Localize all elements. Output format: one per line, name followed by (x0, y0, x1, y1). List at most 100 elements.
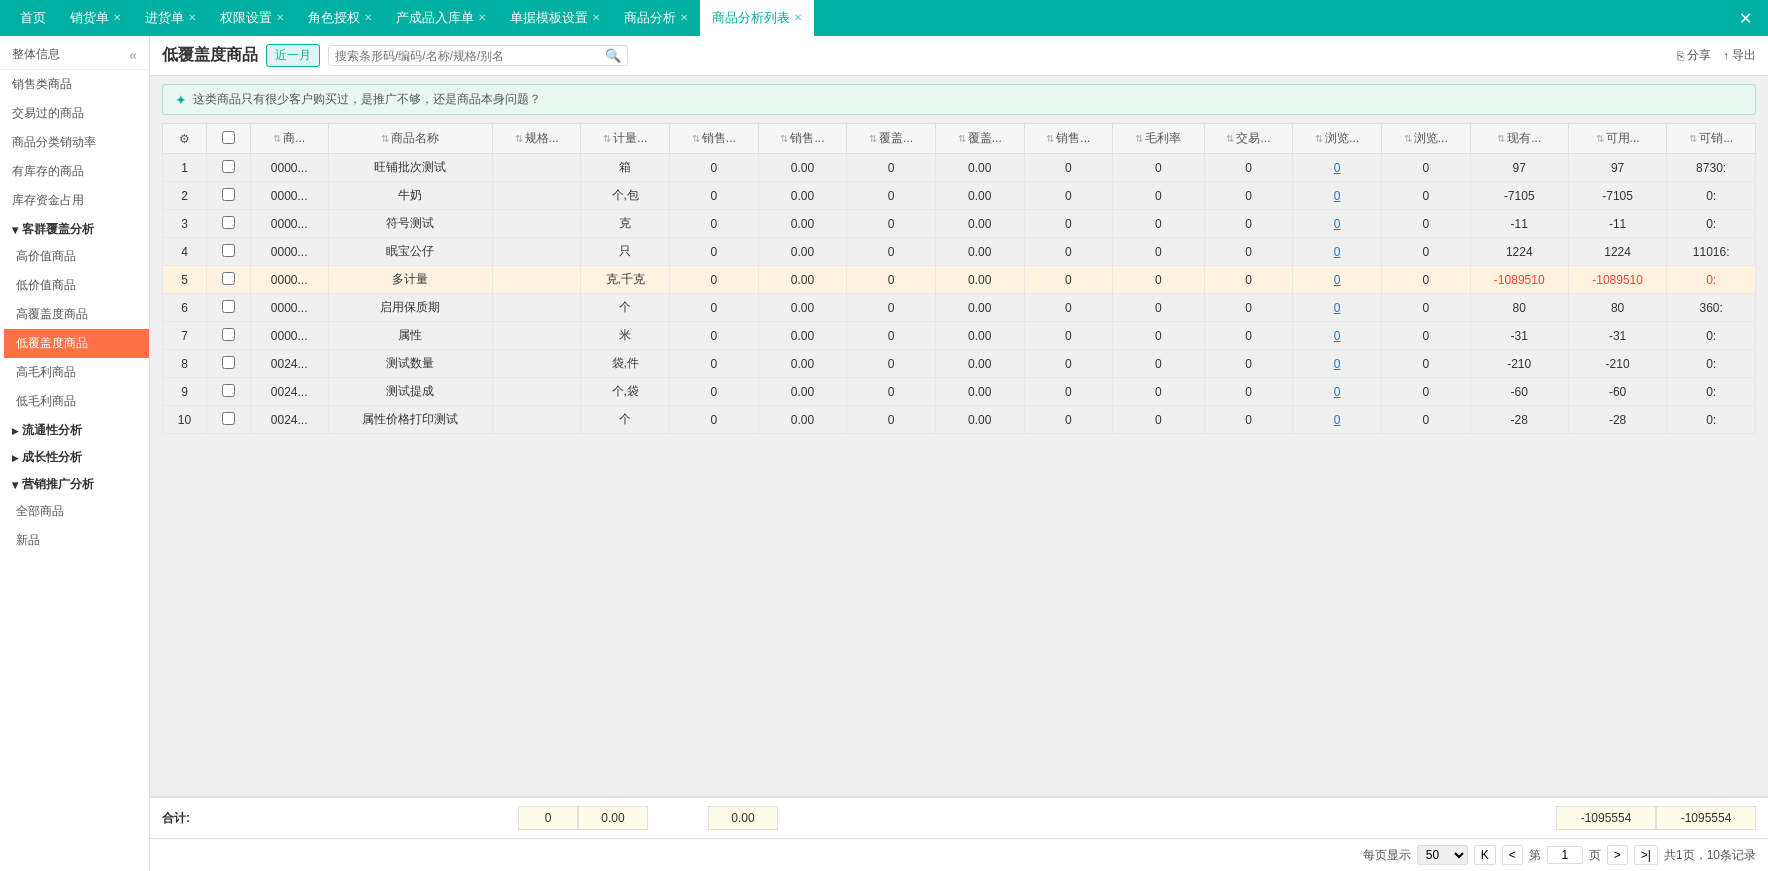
close-role-tab[interactable]: ✕ (364, 0, 372, 36)
table-container[interactable]: ⚙ ⇅商... ⇅商品名称 ⇅规格... ⇅计量... ⇅销售... ⇅销售..… (150, 123, 1768, 796)
close-permission-tab[interactable]: ✕ (276, 0, 284, 36)
row-cov1: 0 (847, 238, 936, 266)
export-button[interactable]: ↑ 导出 (1723, 47, 1756, 64)
sidebar-group-marketing[interactable]: ▾ 营销推广分析 (0, 470, 149, 497)
close-analysis-list-tab[interactable]: ✕ (794, 0, 802, 36)
search-input[interactable] (335, 49, 605, 63)
row-select-checkbox[interactable] (222, 216, 235, 229)
sidebar-item-sales-trend[interactable]: 商品分类销动率 (0, 128, 149, 157)
col-sales-qty[interactable]: ⇅销售... (670, 124, 759, 154)
row-browse1[interactable]: 0 (1293, 322, 1382, 350)
row-checkbox[interactable] (207, 182, 251, 210)
close-sales-tab[interactable]: ✕ (113, 0, 121, 36)
col-settings[interactable]: ⚙ (163, 124, 207, 154)
nav-tab-role[interactable]: 角色授权 ✕ (296, 0, 384, 36)
row-browse1[interactable]: 0 (1293, 154, 1382, 182)
nav-tab-template[interactable]: 单据模板设置 ✕ (498, 0, 612, 36)
table-row: 5 0000... 多计量 克,千克 0 0.00 0 0.00 0 0 0 0… (163, 266, 1756, 294)
row-checkbox[interactable] (207, 266, 251, 294)
nav-tab-home[interactable]: 首页 (8, 0, 58, 36)
col-code[interactable]: ⇅商... (250, 124, 328, 154)
row-select-checkbox[interactable] (222, 272, 235, 285)
col-browse2[interactable]: ⇅浏览... (1381, 124, 1470, 154)
close-purchase-tab[interactable]: ✕ (188, 0, 196, 36)
row-checkbox[interactable] (207, 378, 251, 406)
row-select-checkbox[interactable] (222, 244, 235, 257)
last-page-btn[interactable]: >| (1634, 845, 1658, 865)
row-checkbox[interactable] (207, 350, 251, 378)
total-sales-amt: 0.00 (578, 806, 648, 830)
row-select-checkbox[interactable] (222, 356, 235, 369)
period-button[interactable]: 近一月 (266, 44, 320, 67)
sidebar-item-all-goods[interactable]: 全部商品 (4, 497, 149, 526)
row-checkbox[interactable] (207, 238, 251, 266)
col-trade[interactable]: ⇅交易... (1204, 124, 1293, 154)
sidebar-item-high-coverage[interactable]: 高覆盖度商品 (4, 300, 149, 329)
sidebar-item-stock-occupy[interactable]: 库存资金占用 (0, 186, 149, 215)
sidebar-item-low-value[interactable]: 低价值商品 (4, 271, 149, 300)
row-browse1[interactable]: 0 (1293, 406, 1382, 434)
row-sales-qty: 0 (670, 266, 759, 294)
col-sales-stat[interactable]: ⇅销售... (1024, 124, 1113, 154)
row-select-checkbox[interactable] (222, 328, 235, 341)
row-checkbox[interactable] (207, 294, 251, 322)
col-coverage1[interactable]: ⇅覆盖... (847, 124, 936, 154)
first-page-btn[interactable]: K (1474, 845, 1496, 865)
sidebar-collapse-btn[interactable]: « (129, 47, 137, 63)
sidebar-item-high-profit[interactable]: 高毛利商品 (4, 358, 149, 387)
nav-tab-purchase[interactable]: 进货单 ✕ (133, 0, 208, 36)
col-coverage2[interactable]: ⇅覆盖... (935, 124, 1024, 154)
col-saleable[interactable]: ⇅可销... (1667, 124, 1756, 154)
sidebar-group-coverage[interactable]: ▾ 客群覆盖分析 (0, 215, 149, 242)
row-browse1[interactable]: 0 (1293, 266, 1382, 294)
per-page-select[interactable]: 20 50 100 200 (1417, 845, 1468, 865)
col-browse1[interactable]: ⇅浏览... (1293, 124, 1382, 154)
nav-tab-product-entry[interactable]: 产成品入库单 ✕ (384, 0, 498, 36)
sidebar-group-growth[interactable]: ▸ 成长性分析 (0, 443, 149, 470)
nav-tab-analysis[interactable]: 商品分析 ✕ (612, 0, 700, 36)
row-select-checkbox[interactable] (222, 384, 235, 397)
sidebar-item-low-coverage[interactable]: 低覆盖度商品 (4, 329, 149, 358)
row-browse1[interactable]: 0 (1293, 350, 1382, 378)
nav-tab-analysis-list[interactable]: 商品分析列表 ✕ (700, 0, 814, 36)
sidebar-item-has-stock[interactable]: 有库存的商品 (0, 157, 149, 186)
col-spec[interactable]: ⇅规格... (492, 124, 581, 154)
col-name[interactable]: ⇅商品名称 (328, 124, 492, 154)
sidebar-item-traded-goods[interactable]: 交易过的商品 (0, 99, 149, 128)
row-select-checkbox[interactable] (222, 188, 235, 201)
row-checkbox[interactable] (207, 322, 251, 350)
share-button[interactable]: ⎘ 分享 (1677, 47, 1711, 64)
prev-page-btn[interactable]: < (1502, 845, 1523, 865)
page-number-input[interactable] (1547, 846, 1583, 864)
close-analysis-tab[interactable]: ✕ (680, 0, 688, 36)
sidebar-group-flow[interactable]: ▸ 流通性分析 (0, 416, 149, 443)
nav-tab-permission[interactable]: 权限设置 ✕ (208, 0, 296, 36)
close-product-entry-tab[interactable]: ✕ (478, 0, 486, 36)
row-browse1[interactable]: 0 (1293, 210, 1382, 238)
select-all-checkbox[interactable] (222, 131, 235, 144)
sidebar-item-sales-goods[interactable]: 销售类商品 (0, 70, 149, 99)
col-gross-rate[interactable]: ⇅毛利率 (1113, 124, 1205, 154)
row-checkbox[interactable] (207, 406, 251, 434)
nav-tab-sales[interactable]: 销货单 ✕ (58, 0, 133, 36)
sidebar-item-new-goods[interactable]: 新品 (4, 526, 149, 555)
col-available[interactable]: ⇅可用... (1568, 124, 1666, 154)
close-template-tab[interactable]: ✕ (592, 0, 600, 36)
row-code: 0024... (250, 350, 328, 378)
next-page-btn[interactable]: > (1607, 845, 1628, 865)
col-sales-amt[interactable]: ⇅销售... (758, 124, 847, 154)
row-select-checkbox[interactable] (222, 412, 235, 425)
col-current-stock[interactable]: ⇅现有... (1470, 124, 1568, 154)
close-all-tabs[interactable]: ✕ (1731, 9, 1760, 28)
sidebar-item-low-profit[interactable]: 低毛利商品 (4, 387, 149, 416)
row-browse1[interactable]: 0 (1293, 294, 1382, 322)
row-checkbox[interactable] (207, 154, 251, 182)
row-select-checkbox[interactable] (222, 160, 235, 173)
row-select-checkbox[interactable] (222, 300, 235, 313)
row-checkbox[interactable] (207, 210, 251, 238)
row-browse1[interactable]: 0 (1293, 182, 1382, 210)
row-browse1[interactable]: 0 (1293, 238, 1382, 266)
sidebar-item-high-value[interactable]: 高价值商品 (4, 242, 149, 271)
col-unit[interactable]: ⇅计量... (581, 124, 670, 154)
row-browse1[interactable]: 0 (1293, 378, 1382, 406)
